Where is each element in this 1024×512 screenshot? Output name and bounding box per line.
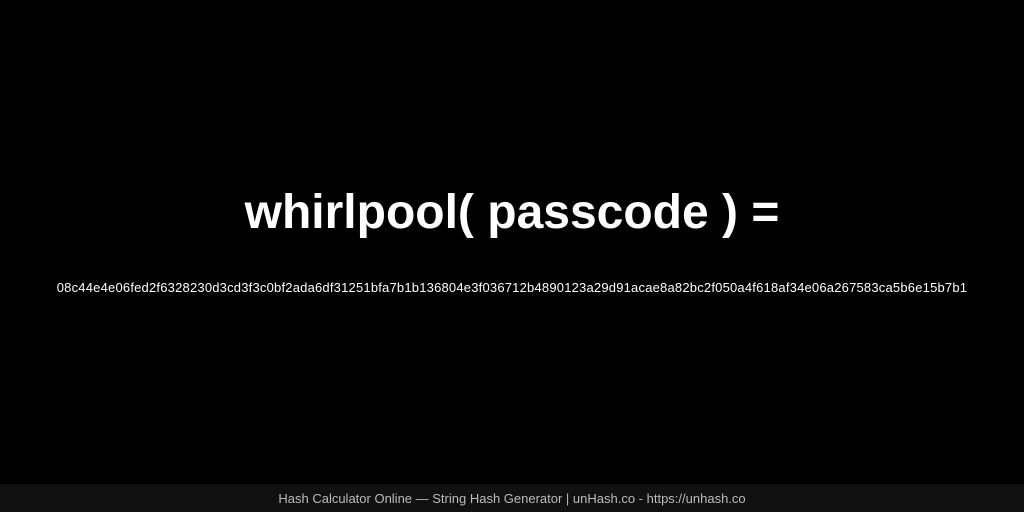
hash-output-value: 08c44e4e06fed2f6328230d3cd3f3c0bf2ada6df… [57,280,967,295]
hash-expression-heading: whirlpool( passcode ) = [245,185,780,240]
footer-bar: Hash Calculator Online — String Hash Gen… [0,484,1024,512]
main-content: whirlpool( passcode ) = 08c44e4e06fed2f6… [0,0,1024,480]
footer-text: Hash Calculator Online — String Hash Gen… [278,491,745,506]
